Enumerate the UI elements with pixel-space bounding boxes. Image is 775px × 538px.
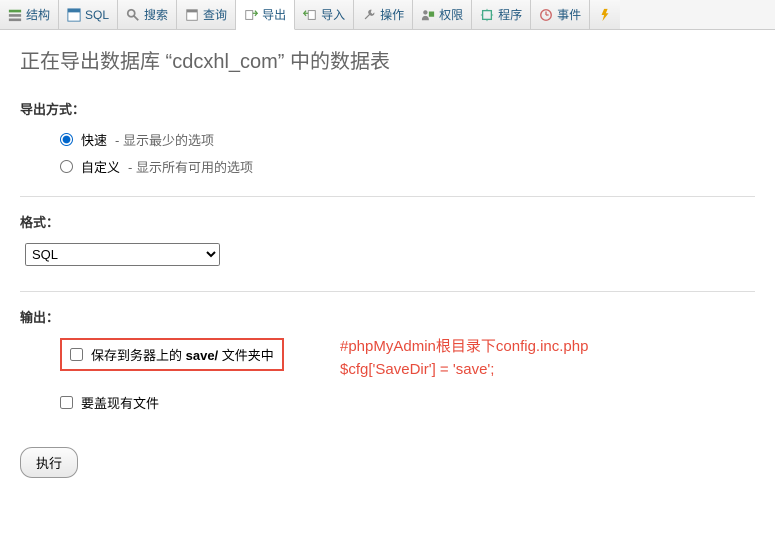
tab-export[interactable]: 导出 bbox=[236, 0, 295, 30]
tab-label: 权限 bbox=[439, 6, 463, 23]
tab-bar: 结构 SQL 搜索 查询 导出 导入 操作 权限 程序 事件 bbox=[0, 0, 775, 30]
divider bbox=[20, 196, 755, 197]
tab-query[interactable]: 查询 bbox=[177, 0, 236, 29]
export-method-group: 快速 - 显示最少的选项 自定义 - 显示所有可用的选项 bbox=[60, 130, 755, 176]
overwrite-label: 要盖现有文件 bbox=[81, 393, 159, 412]
tab-operations[interactable]: 操作 bbox=[354, 0, 413, 29]
radio-quick-label: 快速 bbox=[81, 130, 107, 149]
page-title: 正在导出数据库 “cdcxhl_com” 中的数据表 bbox=[20, 45, 755, 74]
main-content: 正在导出数据库 “cdcxhl_com” 中的数据表 导出方式： 快速 - 显示… bbox=[0, 30, 775, 493]
structure-icon bbox=[8, 8, 22, 22]
save-to-server-label: 保存到务器上的 save/ 文件夹中 bbox=[91, 345, 274, 364]
overwrite-option[interactable]: 要盖现有文件 bbox=[60, 393, 755, 412]
triggers-icon bbox=[598, 8, 612, 22]
tab-import[interactable]: 导入 bbox=[295, 0, 354, 29]
tab-more[interactable] bbox=[590, 0, 620, 29]
tab-label: 查询 bbox=[203, 6, 227, 23]
clock-icon bbox=[539, 8, 553, 22]
tab-structure[interactable]: 结构 bbox=[0, 0, 59, 29]
export-icon bbox=[244, 8, 258, 22]
radio-custom[interactable]: 自定义 - 显示所有可用的选项 bbox=[60, 157, 755, 176]
radio-custom-label: 自定义 bbox=[81, 157, 120, 176]
radio-custom-input[interactable] bbox=[60, 160, 73, 173]
annotation-text: #phpMyAdmin根目录下config.inc.php $cfg['Save… bbox=[340, 336, 588, 381]
query-icon bbox=[185, 8, 199, 22]
routines-icon bbox=[480, 8, 494, 22]
privileges-icon bbox=[421, 8, 435, 22]
tab-events[interactable]: 事件 bbox=[531, 0, 590, 29]
output-label: 输出： bbox=[20, 307, 755, 326]
tab-label: 导出 bbox=[262, 6, 286, 23]
tab-label: 结构 bbox=[26, 6, 50, 23]
tab-sql[interactable]: SQL bbox=[59, 0, 118, 29]
wrench-icon bbox=[362, 8, 376, 22]
radio-quick[interactable]: 快速 - 显示最少的选项 bbox=[60, 130, 755, 149]
divider bbox=[20, 291, 755, 292]
tab-label: 事件 bbox=[557, 6, 581, 23]
tab-label: SQL bbox=[85, 8, 109, 22]
tab-label: 搜索 bbox=[144, 6, 168, 23]
tab-label: 程序 bbox=[498, 6, 522, 23]
format-select[interactable]: SQL bbox=[25, 243, 220, 266]
tab-routines[interactable]: 程序 bbox=[472, 0, 531, 29]
import-icon bbox=[303, 8, 317, 22]
tab-label: 导入 bbox=[321, 6, 345, 23]
radio-quick-input[interactable] bbox=[60, 133, 73, 146]
tab-search[interactable]: 搜索 bbox=[118, 0, 177, 29]
save-to-server-checkbox[interactable] bbox=[70, 348, 83, 361]
submit-button[interactable]: 执行 bbox=[20, 447, 78, 478]
export-method-label: 导出方式： bbox=[20, 99, 755, 118]
format-label: 格式： bbox=[20, 212, 755, 231]
sql-icon bbox=[67, 8, 81, 22]
overwrite-checkbox[interactable] bbox=[60, 396, 73, 409]
tab-label: 操作 bbox=[380, 6, 404, 23]
tab-privileges[interactable]: 权限 bbox=[413, 0, 472, 29]
radio-custom-desc: - 显示所有可用的选项 bbox=[128, 157, 253, 176]
save-to-server-option[interactable]: 保存到务器上的 save/ 文件夹中 bbox=[60, 338, 284, 371]
search-icon bbox=[126, 8, 140, 22]
radio-quick-desc: - 显示最少的选项 bbox=[115, 130, 214, 149]
